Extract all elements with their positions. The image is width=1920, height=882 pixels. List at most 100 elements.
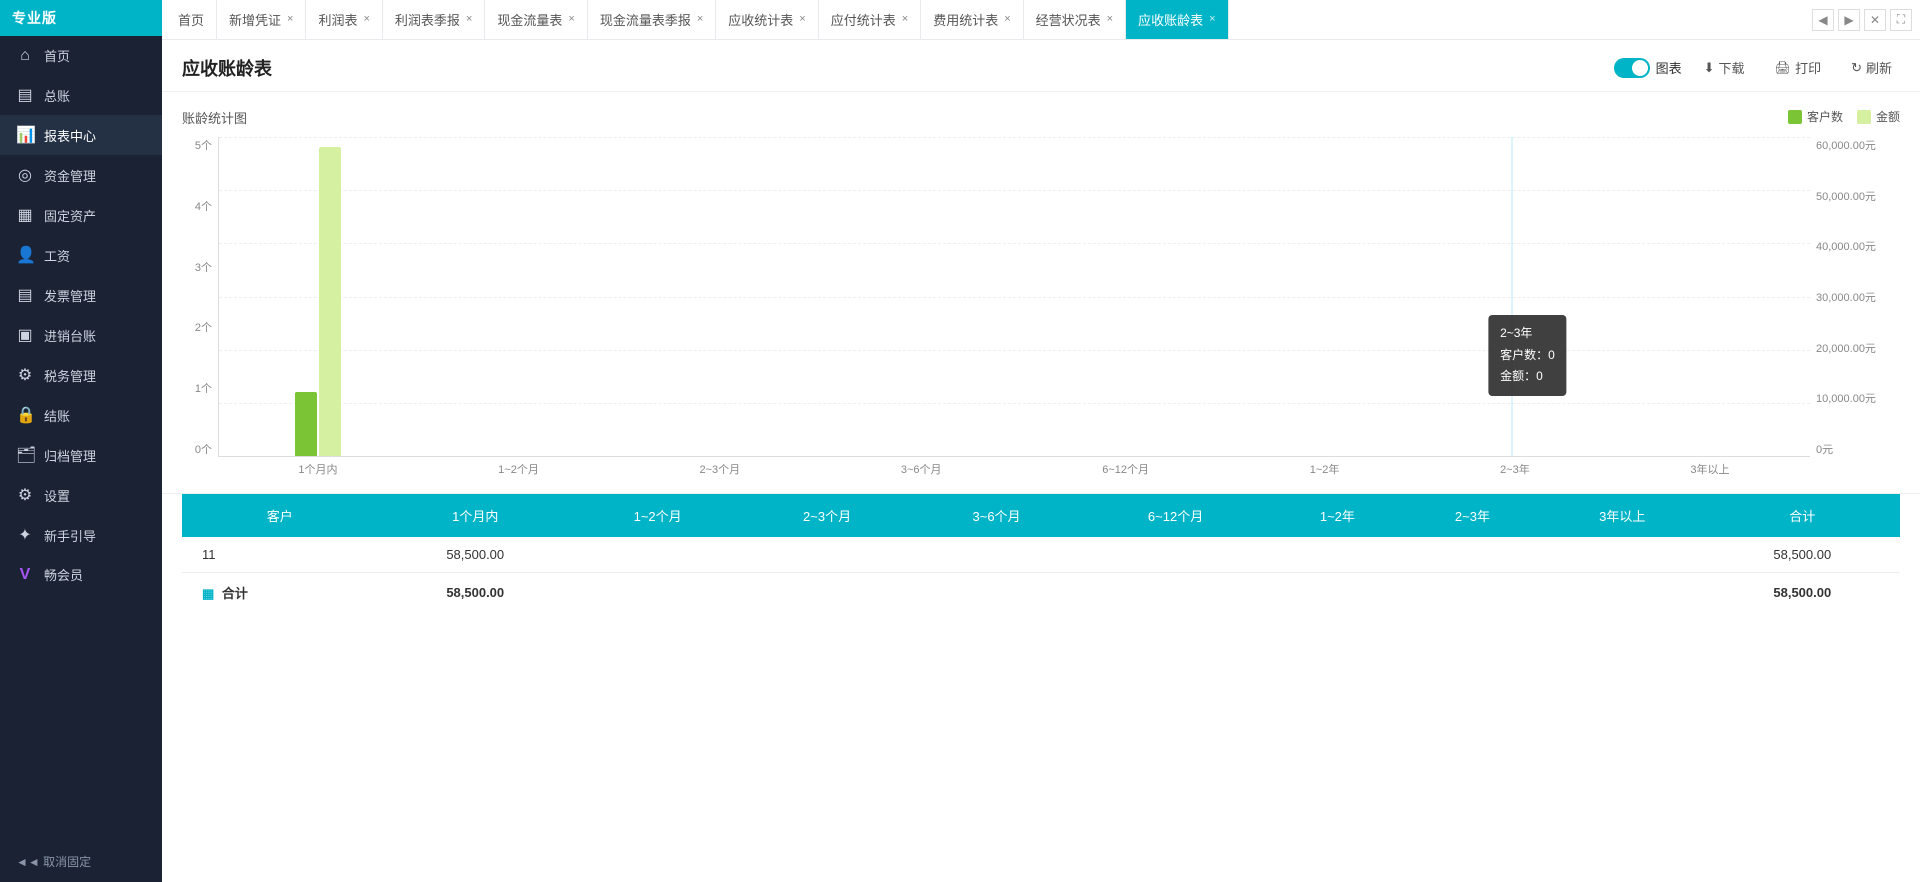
print-label: 打印 bbox=[1795, 58, 1821, 77]
tab-label: 应收统计表 bbox=[728, 10, 793, 29]
tab-receivable-stats[interactable]: 应收统计表 × bbox=[716, 0, 818, 40]
tab-close-all-btn[interactable]: ✕ bbox=[1864, 9, 1886, 31]
tab-prev-btn[interactable]: ◀ bbox=[1812, 9, 1834, 31]
chart-x-labels: 1个月内 1~2个月 2~3个月 3~6个月 6~12个月 1~2年 2~3年 … bbox=[218, 457, 1810, 477]
chart-y-right: 60,000.00元 50,000.00元 40,000.00元 30,000.… bbox=[1810, 137, 1900, 477]
sidebar-item-archive[interactable]: 🗂 归档管理 bbox=[0, 435, 162, 475]
inventory-icon: ▣ bbox=[16, 325, 34, 345]
tab-close-icon[interactable]: × bbox=[1107, 14, 1113, 25]
tab-profit-quarterly[interactable]: 利润表季报 × bbox=[383, 0, 485, 40]
bar-group-y1-2 bbox=[1213, 137, 1412, 456]
total-icon: ▦ bbox=[202, 586, 214, 601]
sidebar: 专业版 ⌂ 首页 ▤ 总账 📊 报表中心 ◎ 资金管理 ▦ 固定资产 👤 工资 … bbox=[0, 0, 162, 882]
x-label-m2-3: 2~3个月 bbox=[700, 461, 741, 477]
tab-expense-stats[interactable]: 费用统计表 × bbox=[921, 0, 1023, 40]
sidebar-item-vip[interactable]: V 畅会员 bbox=[0, 555, 162, 594]
sidebar-item-label: 资金管理 bbox=[44, 166, 96, 185]
sidebar-item-label: 畅会员 bbox=[44, 565, 83, 584]
download-btn[interactable]: ⬇ 下载 bbox=[1696, 54, 1753, 81]
assets-icon: ▦ bbox=[16, 205, 34, 225]
tab-close-icon[interactable]: × bbox=[1209, 14, 1215, 25]
page-title: 应收账龄表 bbox=[182, 55, 1614, 81]
sidebar-item-guide[interactable]: ✦ 新手引导 bbox=[0, 515, 162, 555]
sidebar-collapse-btn[interactable]: ◄◄ 取消固定 bbox=[0, 841, 162, 882]
tab-close-icon[interactable]: × bbox=[568, 14, 574, 25]
tab-operations[interactable]: 经营状况表 × bbox=[1024, 0, 1126, 40]
tab-aging[interactable]: 应收账龄表 × bbox=[1126, 0, 1228, 40]
sidebar-item-closing[interactable]: 🔒 结账 bbox=[0, 395, 162, 435]
bar-group-m3-6 bbox=[816, 137, 1015, 456]
sidebar-item-reports[interactable]: 📊 报表中心 bbox=[0, 115, 162, 155]
sidebar-item-inventory[interactable]: ▣ 进销台账 bbox=[0, 315, 162, 355]
sidebar-item-label: 结账 bbox=[44, 406, 70, 425]
refresh-btn[interactable]: ↻ 刷新 bbox=[1843, 54, 1900, 81]
sidebar-item-label: 归档管理 bbox=[44, 446, 96, 465]
td-y2-3 bbox=[1405, 537, 1540, 573]
tab-close-icon[interactable]: × bbox=[799, 14, 805, 25]
tab-cashflow[interactable]: 现金流量表 × bbox=[485, 0, 587, 40]
tfoot-m2-3 bbox=[742, 573, 911, 613]
tab-label: 费用统计表 bbox=[933, 10, 998, 29]
table-row: 11 58,500.00 58,500.00 bbox=[182, 537, 1900, 573]
guide-icon: ✦ bbox=[16, 525, 34, 545]
chart-y-left: 5个 4个 3个 2个 1个 0个 bbox=[182, 137, 218, 477]
chart-section: 账龄统计图 客户数 金额 5个 4个 3个 2个 1个 bbox=[162, 92, 1920, 494]
print-btn[interactable]: 🖨 打印 bbox=[1767, 54, 1830, 81]
td-y1-2 bbox=[1270, 537, 1405, 573]
sidebar-item-label: 进销台账 bbox=[44, 326, 96, 345]
sidebar-item-label: 报表中心 bbox=[44, 126, 96, 145]
table-section: 客户 1个月内 1~2个月 2~3个月 3~6个月 6~12个月 1~2年 2~… bbox=[162, 494, 1920, 632]
td-m2-3 bbox=[742, 537, 911, 573]
tab-home[interactable]: 首页 bbox=[166, 0, 217, 40]
tab-expand-btn[interactable]: ⛶ bbox=[1890, 9, 1912, 31]
settings-icon: ⚙ bbox=[16, 485, 34, 505]
tab-close-icon[interactable]: × bbox=[1004, 14, 1010, 25]
sidebar-item-assets[interactable]: ▦ 固定资产 bbox=[0, 195, 162, 235]
tooltip-customers: 客户数：0 bbox=[1500, 345, 1555, 367]
legend-amount: 金额 bbox=[1857, 108, 1900, 125]
tab-close-icon[interactable]: × bbox=[363, 14, 369, 25]
tfoot-y2-3 bbox=[1405, 573, 1540, 613]
tab-next-btn[interactable]: ▶ bbox=[1838, 9, 1860, 31]
tab-close-icon[interactable]: × bbox=[466, 14, 472, 25]
tab-label: 新增凭证 bbox=[229, 10, 281, 29]
tax-icon: ⚙ bbox=[16, 365, 34, 385]
sidebar-item-tax[interactable]: ⚙ 税务管理 bbox=[0, 355, 162, 395]
tab-close-icon[interactable]: × bbox=[902, 14, 908, 25]
legend-customers: 客户数 bbox=[1788, 108, 1843, 125]
tab-profit[interactable]: 利润表 × bbox=[306, 0, 382, 40]
x-label-y3plus: 3年以上 bbox=[1690, 461, 1729, 477]
refresh-icon: ↻ bbox=[1851, 60, 1862, 76]
x-label-m1-2: 1~2个月 bbox=[498, 461, 539, 477]
th-y3plus: 3年以上 bbox=[1540, 494, 1705, 537]
tab-close-icon[interactable]: × bbox=[697, 14, 703, 25]
main-area: 首页 新增凭证 × 利润表 × 利润表季报 × 现金流量表 × 现金流量表季报 … bbox=[162, 0, 1920, 882]
sidebar-item-label: 设置 bbox=[44, 486, 70, 505]
tab-label: 首页 bbox=[178, 10, 204, 29]
tab-payable-stats[interactable]: 应付统计表 × bbox=[819, 0, 921, 40]
tab-cashflow-quarterly[interactable]: 现金流量表季报 × bbox=[588, 0, 716, 40]
bar-customers bbox=[295, 392, 317, 456]
tab-new-voucher[interactable]: 新增凭证 × bbox=[217, 0, 306, 40]
tab-label: 利润表 bbox=[318, 10, 357, 29]
sidebar-item-ledger[interactable]: ▤ 总账 bbox=[0, 75, 162, 115]
chart-toggle[interactable] bbox=[1614, 58, 1650, 78]
td-customer: 11 bbox=[182, 537, 378, 573]
invoice-icon: ▤ bbox=[16, 285, 34, 305]
tab-close-icon[interactable]: × bbox=[287, 14, 293, 25]
sidebar-item-home[interactable]: ⌂ 首页 bbox=[0, 36, 162, 75]
chart-tooltip: 2~3年 客户数：0 金额：0 bbox=[1488, 315, 1567, 396]
chart-inner: 2~3年 客户数：0 金额：0 bbox=[218, 137, 1810, 457]
tfoot-m1: 58,500.00 bbox=[378, 573, 573, 613]
x-label-m1: 1个月内 bbox=[298, 461, 337, 477]
th-m2-3: 2~3个月 bbox=[742, 494, 911, 537]
sidebar-item-label: 总账 bbox=[44, 86, 70, 105]
sidebar-item-settings[interactable]: ⚙ 设置 bbox=[0, 475, 162, 515]
sidebar-item-funds[interactable]: ◎ 资金管理 bbox=[0, 155, 162, 195]
sidebar-item-invoice[interactable]: ▤ 发票管理 bbox=[0, 275, 162, 315]
bar-group-y3plus bbox=[1611, 137, 1810, 456]
sidebar-item-payroll[interactable]: 👤 工资 bbox=[0, 235, 162, 275]
download-label: 下载 bbox=[1719, 58, 1745, 77]
bar-group-m1-2 bbox=[418, 137, 617, 456]
tfoot-y3plus bbox=[1540, 573, 1705, 613]
